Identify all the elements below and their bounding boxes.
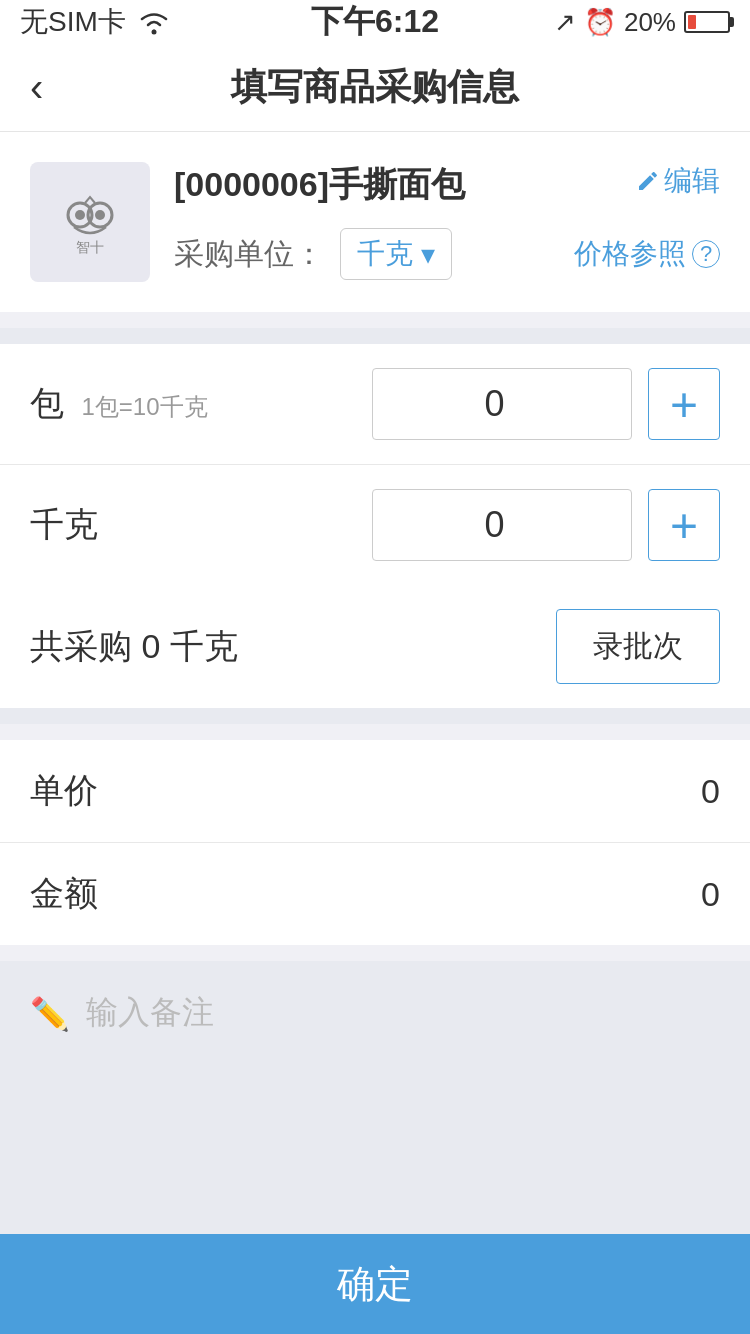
- summary-row: 共采购 0 千克 录批次: [0, 585, 750, 708]
- location-icon: ↗: [554, 7, 576, 38]
- quantity-row-bao: 包 1包=10千克 +: [0, 344, 750, 465]
- record-batch-button[interactable]: 录批次: [556, 609, 720, 684]
- unit-price-label: 单价: [30, 768, 98, 814]
- quantity-controls-bao: +: [372, 368, 720, 440]
- divider-2: [0, 708, 750, 724]
- plus-button-bao[interactable]: +: [648, 368, 720, 440]
- plus-button-kg[interactable]: +: [648, 489, 720, 561]
- unit-label: 采购单位：: [174, 234, 324, 275]
- alarm-icon: ⏰: [584, 7, 616, 38]
- svg-text:智十: 智十: [76, 239, 104, 255]
- divider-1: [0, 328, 750, 344]
- edit-button[interactable]: 编辑: [636, 162, 720, 200]
- unit-price-value: 0: [701, 772, 720, 811]
- quantity-row-kg: 千克 +: [0, 465, 750, 585]
- product-thumbnail: 智十: [30, 162, 150, 282]
- product-unit-row: 采购单位： 千克 ▾ 价格参照 ?: [174, 228, 720, 280]
- notes-placeholder: 输入备注: [86, 991, 214, 1035]
- total-price-label: 金额: [30, 871, 98, 917]
- product-logo: 智十: [50, 187, 130, 257]
- quantity-input-kg[interactable]: [372, 489, 632, 561]
- quantity-sublabel-bao: 1包=10千克: [81, 393, 207, 420]
- status-time: 下午6:12: [311, 0, 439, 44]
- quantity-label-kg: 千克: [30, 502, 150, 548]
- status-bar: 无SIM卡 下午6:12 ↗ ⏰ 20%: [0, 0, 750, 44]
- quantity-controls-kg: +: [372, 489, 720, 561]
- product-name: [0000006]手撕面包: [174, 162, 465, 208]
- pencil-icon: ✏️: [30, 995, 70, 1033]
- price-ref-button[interactable]: 价格参照 ?: [574, 235, 720, 273]
- nav-bar: ‹ 填写商品采购信息: [0, 44, 750, 132]
- battery-indicator: [684, 11, 730, 33]
- svg-point-4: [95, 210, 105, 220]
- wifi-icon: [136, 9, 172, 35]
- carrier-label: 无SIM卡: [20, 3, 126, 41]
- quantity-label-bao: 包 1包=10千克: [30, 381, 208, 427]
- unit-price-row: 单价 0: [0, 740, 750, 843]
- status-left: 无SIM卡: [20, 3, 172, 41]
- product-header: [0000006]手撕面包 编辑: [174, 162, 720, 208]
- svg-point-3: [75, 210, 85, 220]
- page-title: 填写商品采购信息: [231, 63, 519, 112]
- svg-point-0: [151, 30, 156, 35]
- quantity-section: 包 1包=10千克 + 千克 +: [0, 344, 750, 585]
- dropdown-arrow-icon: ▾: [421, 238, 435, 271]
- unit-selector[interactable]: 千克 ▾: [340, 228, 452, 280]
- back-button[interactable]: ‹: [30, 65, 43, 110]
- product-card: 智十 [0000006]手撕面包 编辑 采购单位： 千克 ▾ 价格参照 ?: [0, 132, 750, 312]
- total-price-value: 0: [701, 875, 720, 914]
- help-circle-icon: ?: [692, 240, 720, 268]
- total-price-row: 金额 0: [0, 843, 750, 945]
- battery-percent: 20%: [624, 7, 676, 38]
- confirm-button[interactable]: 确定: [0, 1234, 750, 1334]
- quantity-input-bao[interactable]: [372, 368, 632, 440]
- edit-icon: [636, 169, 660, 193]
- status-right: ↗ ⏰ 20%: [554, 7, 730, 38]
- price-section: 单价 0 金额 0: [0, 740, 750, 945]
- summary-text: 共采购 0 千克: [30, 624, 238, 670]
- product-info: [0000006]手撕面包 编辑 采购单位： 千克 ▾ 价格参照 ?: [174, 162, 720, 280]
